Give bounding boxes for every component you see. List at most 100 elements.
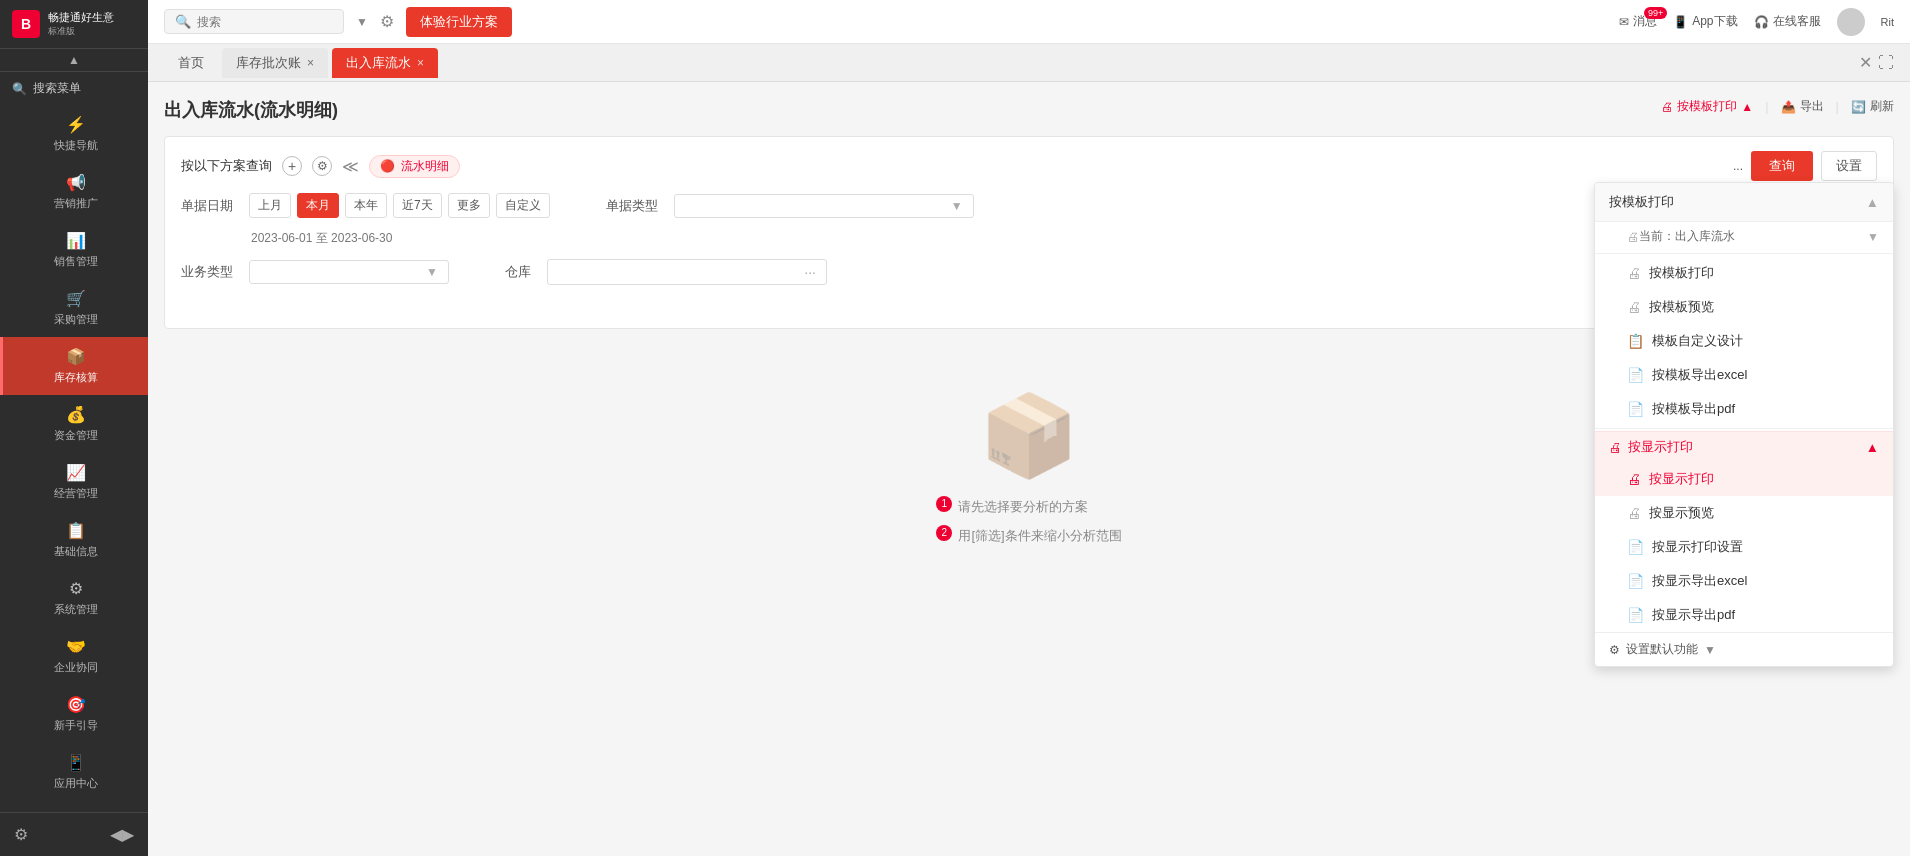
settings-btn[interactable]: 设置 xyxy=(1821,151,1877,181)
app-badge: 标准版 xyxy=(48,25,114,38)
sidebar-settings-btn[interactable]: ⚙ xyxy=(10,823,32,846)
app-download-btn[interactable]: 📱 App下载 xyxy=(1673,13,1737,30)
display-print-icon: 🖨 xyxy=(1627,471,1641,487)
sidebar-search-label: 搜索菜单 xyxy=(33,80,81,97)
dropdown-collapse-btn[interactable]: ▲ xyxy=(1866,195,1879,210)
empty-tips: 1 请先选择要分析的方案 2 用[筛选]条件来缩小分析范围 xyxy=(936,495,1121,548)
print-arrow-icon: ▲ xyxy=(1741,100,1753,114)
date-btn-more[interactable]: 更多 xyxy=(448,193,490,218)
template-print-label: 按模板打印 xyxy=(1649,264,1714,282)
export-icon: 📤 xyxy=(1781,100,1796,114)
print-btn[interactable]: 🖨 按模板打印 ▲ xyxy=(1661,98,1753,115)
template-pdf-item[interactable]: 📄 按模板导出pdf xyxy=(1595,392,1893,426)
tab-inout-flow-close[interactable]: × xyxy=(417,56,424,70)
sidebar-toggle-btn[interactable]: ◀▶ xyxy=(106,823,138,846)
voucher-type-select[interactable]: ▼ xyxy=(674,194,974,218)
export-btn[interactable]: 📤 导出 xyxy=(1781,98,1824,115)
display-settings-item[interactable]: 📄 按显示打印设置 xyxy=(1595,530,1893,564)
sidebar-item-wechat[interactable]: 💬 企业微信 xyxy=(0,801,148,812)
template-custom-icon: 📋 xyxy=(1627,333,1644,349)
biz-type-select[interactable]: ▼ xyxy=(249,260,449,284)
date-btn-custom[interactable]: 自定义 xyxy=(496,193,550,218)
tip-num-1: 1 xyxy=(936,496,952,512)
date-btn-last-month[interactable]: 上月 xyxy=(249,193,291,218)
sidebar-search[interactable]: 🔍 搜索菜单 xyxy=(0,72,148,105)
refresh-icon: 🔄 xyxy=(1851,100,1866,114)
more-options-btn[interactable]: ... xyxy=(1733,159,1743,173)
tab-batch-account-close[interactable]: × xyxy=(307,56,314,70)
refresh-btn[interactable]: 🔄 刷新 xyxy=(1851,98,1894,115)
tab-close-btn[interactable]: ✕ xyxy=(1859,53,1872,72)
template-excel-item[interactable]: 📄 按模板导出excel xyxy=(1595,358,1893,392)
template-preview-label: 按模板预览 xyxy=(1649,298,1714,316)
apps-icon: 📱 xyxy=(66,753,86,772)
warehouse-select[interactable]: ··· xyxy=(547,259,827,285)
set-default-label: 设置默认功能 xyxy=(1626,641,1698,658)
date-btn-this-month[interactable]: 本月 xyxy=(297,193,339,218)
sidebar-item-quicknav[interactable]: ⚡ 快捷导航 xyxy=(0,105,148,163)
online-service-label: 在线客服 xyxy=(1773,13,1821,30)
avatar[interactable] xyxy=(1837,8,1865,36)
display-pdf-item[interactable]: 📄 按显示导出pdf xyxy=(1595,598,1893,632)
filter-gear-btn[interactable]: ⚙ xyxy=(312,156,332,176)
sidebar-item-label: 新手引导 xyxy=(54,718,98,733)
biz-select-arrow: ▼ xyxy=(426,265,438,279)
voucher-select-arrow: ▼ xyxy=(951,199,963,213)
dropdown-header: 按模板打印 ▲ xyxy=(1595,183,1893,222)
sidebar-item-label: 应用中心 xyxy=(54,776,98,791)
message-btn[interactable]: ✉ 消息 99+ xyxy=(1619,13,1657,30)
tab-home[interactable]: 首页 xyxy=(164,48,218,78)
template-print-item[interactable]: 🖨 按模板打印 xyxy=(1595,256,1893,290)
display-print-item[interactable]: 🖨 按显示打印 xyxy=(1595,462,1893,496)
empty-icon: 📦 xyxy=(979,389,1079,483)
filter-add-btn[interactable]: + xyxy=(282,156,302,176)
current-template-label: 当前：出入库流水 xyxy=(1639,228,1735,245)
tab-batch-account[interactable]: 库存批次账 × xyxy=(222,48,328,78)
query-btn[interactable]: 查询 xyxy=(1751,151,1813,181)
sidebar-item-apps[interactable]: 📱 应用中心 xyxy=(0,743,148,801)
template-custom-item[interactable]: 📋 模板自定义设计 xyxy=(1595,324,1893,358)
warehouse-more-btn[interactable]: ··· xyxy=(804,264,816,280)
display-preview-item[interactable]: 🖨 按显示预览 xyxy=(1595,496,1893,530)
topbar-search-box[interactable]: 🔍 xyxy=(164,9,344,34)
content-toolbar: 🖨 按模板打印 ▲ | 📤 导出 | 🔄 刷新 xyxy=(1661,98,1894,115)
user-name[interactable]: Rit xyxy=(1881,16,1894,28)
topbar-search-input[interactable] xyxy=(197,15,333,29)
template-preview-item[interactable]: 🖨 按模板预览 xyxy=(1595,290,1893,324)
topbar-gear-icon[interactable]: ⚙ xyxy=(380,12,394,31)
sidebar-item-system[interactable]: ⚙ 系统管理 xyxy=(0,569,148,627)
current-template-item[interactable]: 🖨 当前：出入库流水 ▼ xyxy=(1595,222,1893,251)
tab-maximize-btn[interactable]: ⛶ xyxy=(1878,53,1894,72)
sidebar-item-finance[interactable]: 💰 资金管理 xyxy=(0,395,148,453)
date-btn-this-year[interactable]: 本年 xyxy=(345,193,387,218)
sidebar-item-label: 营销推广 xyxy=(54,196,98,211)
sidebar-item-operation[interactable]: 📈 经营管理 xyxy=(0,453,148,511)
sidebar-item-inventory[interactable]: 📦 库存核算 xyxy=(0,337,148,395)
sidebar-item-sales[interactable]: 📊 销售管理 xyxy=(0,221,148,279)
display-section-arrow[interactable]: ▲ xyxy=(1866,440,1879,455)
date-btn-7days[interactable]: 近7天 xyxy=(393,193,442,218)
date-range-display: 2023-06-01 至 2023-06-30 xyxy=(251,231,392,245)
trial-btn[interactable]: 体验行业方案 xyxy=(406,7,512,37)
sidebar-item-basic[interactable]: 📋 基础信息 xyxy=(0,511,148,569)
main-area: 🔍 ▼ ⚙ 体验行业方案 ✉ 消息 99+ 📱 App下载 🎧 在线客服 Rit xyxy=(148,0,1910,856)
sidebar-item-collab[interactable]: 🤝 企业协同 xyxy=(0,627,148,685)
sidebar-item-label: 快捷导航 xyxy=(54,138,98,153)
set-default-item[interactable]: ⚙ 设置默认功能 ▼ xyxy=(1595,632,1893,666)
sidebar-item-marketing[interactable]: 📢 营销推广 xyxy=(0,163,148,221)
sidebar-item-guide[interactable]: 🎯 新手引导 xyxy=(0,685,148,743)
template-pdf-label: 按模板导出pdf xyxy=(1652,400,1735,418)
topbar: 🔍 ▼ ⚙ 体验行业方案 ✉ 消息 99+ 📱 App下载 🎧 在线客服 Rit xyxy=(148,0,1910,44)
sidebar-item-purchase[interactable]: 🛒 采购管理 xyxy=(0,279,148,337)
filter-collapse-btn[interactable]: ≪ xyxy=(342,157,359,176)
template-preview-icon: 🖨 xyxy=(1627,299,1641,315)
filter-tag[interactable]: 🔴 流水明细 xyxy=(369,155,460,178)
sidebar-scroll-up-btn[interactable]: ▲ xyxy=(68,53,80,67)
display-settings-icon: 📄 xyxy=(1627,539,1644,555)
topbar-dropdown-arrow[interactable]: ▼ xyxy=(356,15,368,29)
display-excel-label: 按显示导出excel xyxy=(1652,572,1747,590)
display-excel-item[interactable]: 📄 按显示导出excel xyxy=(1595,564,1893,598)
content-area: 出入库流水(流水明细) 🖨 按模板打印 ▲ | 📤 导出 | 🔄 刷新 按 xyxy=(148,82,1910,856)
online-service-btn[interactable]: 🎧 在线客服 xyxy=(1754,13,1821,30)
tab-inout-flow[interactable]: 出入库流水 × xyxy=(332,48,438,78)
